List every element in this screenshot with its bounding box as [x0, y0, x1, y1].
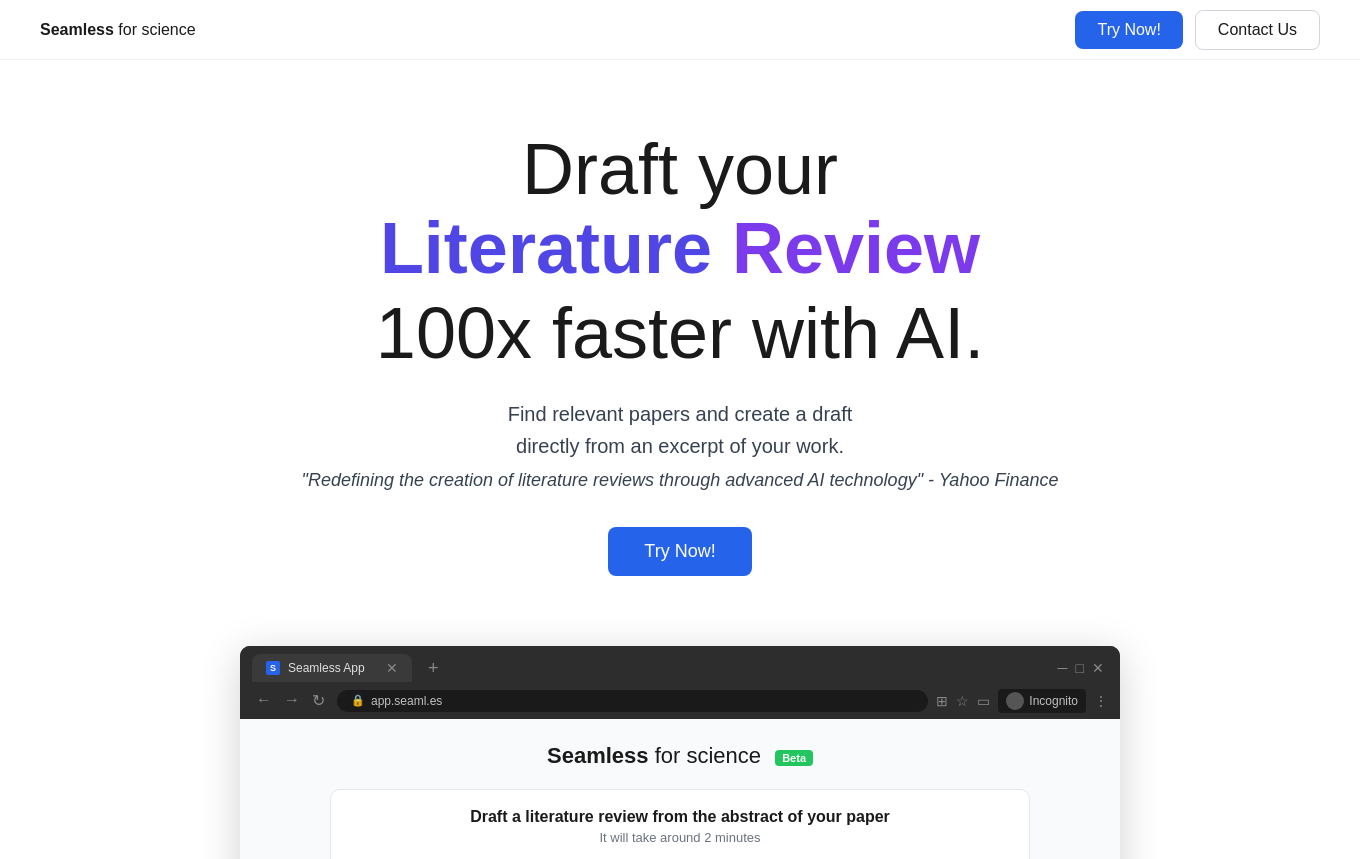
- bookmark-button[interactable]: ☆: [956, 693, 969, 709]
- beta-badge: Beta: [775, 750, 813, 766]
- hero-line2: Literature Review: [20, 209, 1340, 288]
- minimize-button[interactable]: ─: [1058, 660, 1068, 676]
- tab-close-button[interactable]: ✕: [386, 660, 398, 676]
- sidebar-toggle[interactable]: ▭: [977, 693, 990, 709]
- incognito-label: Incognito: [1029, 694, 1078, 708]
- try-now-hero-button[interactable]: Try Now!: [608, 527, 751, 576]
- card-subtitle: It will take around 2 minutes: [351, 830, 1009, 845]
- hero-literature: Literature: [380, 208, 712, 288]
- close-window-button[interactable]: ✕: [1092, 660, 1104, 676]
- refresh-button[interactable]: ↻: [308, 689, 329, 712]
- hero-cta: Try Now!: [20, 527, 1340, 576]
- hero-review: Review: [712, 208, 980, 288]
- nav-logo: Seamless for science: [40, 21, 196, 39]
- hero-line1: Draft your: [20, 130, 1340, 209]
- browser-toolbar: ← → ↻ 🔒 app.seaml.es ⊞ ☆ ▭ Incognito: [240, 683, 1120, 719]
- hero-sub: Find relevant papers and create a draft …: [20, 398, 1340, 462]
- nav-buttons: Try Now! Contact Us: [1075, 10, 1320, 50]
- maximize-button[interactable]: □: [1076, 660, 1084, 676]
- card-title: Draft a literature review from the abstr…: [351, 808, 1009, 826]
- browser-mockup: S Seamless App ✕ + ─ □ ✕ ← → ↻ 🔒: [240, 646, 1120, 859]
- hero-line3: 100x faster with AI.: [20, 294, 1340, 373]
- new-tab-button[interactable]: +: [420, 654, 447, 683]
- app-title: Seamless for science: [547, 743, 767, 768]
- incognito-area: Incognito: [998, 689, 1086, 713]
- address-bar[interactable]: 🔒 app.seaml.es: [337, 690, 928, 712]
- tab-favicon: S: [266, 661, 280, 675]
- url-text: app.seaml.es: [371, 694, 442, 708]
- browser-content: Seamless for science Beta Draft a litera…: [240, 719, 1120, 859]
- browser-tab[interactable]: S Seamless App ✕: [252, 654, 412, 682]
- lock-icon: 🔒: [351, 694, 365, 707]
- incognito-icon: [1006, 692, 1024, 710]
- hero-section: Draft your Literature Review 100x faster…: [0, 60, 1360, 616]
- tab-label: Seamless App: [288, 661, 365, 675]
- try-now-button[interactable]: Try Now!: [1075, 11, 1182, 49]
- toolbar-right: ⊞ ☆ ▭ Incognito ⋮: [936, 689, 1108, 713]
- forward-button[interactable]: →: [280, 689, 304, 712]
- extensions-button[interactable]: ⊞: [936, 693, 948, 709]
- app-card: Draft a literature review from the abstr…: [330, 789, 1030, 859]
- browser-mockup-wrapper: S Seamless App ✕ + ─ □ ✕ ← → ↻ 🔒: [0, 616, 1360, 859]
- hero-quote: "Redefining the creation of literature r…: [20, 470, 1340, 491]
- contact-us-button[interactable]: Contact Us: [1195, 10, 1320, 50]
- browser-chrome: S Seamless App ✕ + ─ □ ✕ ← → ↻ 🔒: [240, 646, 1120, 719]
- toolbar-nav-buttons: ← → ↻: [252, 689, 329, 712]
- back-button[interactable]: ←: [252, 689, 276, 712]
- menu-button[interactable]: ⋮: [1094, 693, 1108, 709]
- browser-titlebar: S Seamless App ✕ + ─ □ ✕: [240, 646, 1120, 683]
- navbar: Seamless for science Try Now! Contact Us: [0, 0, 1360, 60]
- app-header: Seamless for science Beta: [260, 743, 1100, 769]
